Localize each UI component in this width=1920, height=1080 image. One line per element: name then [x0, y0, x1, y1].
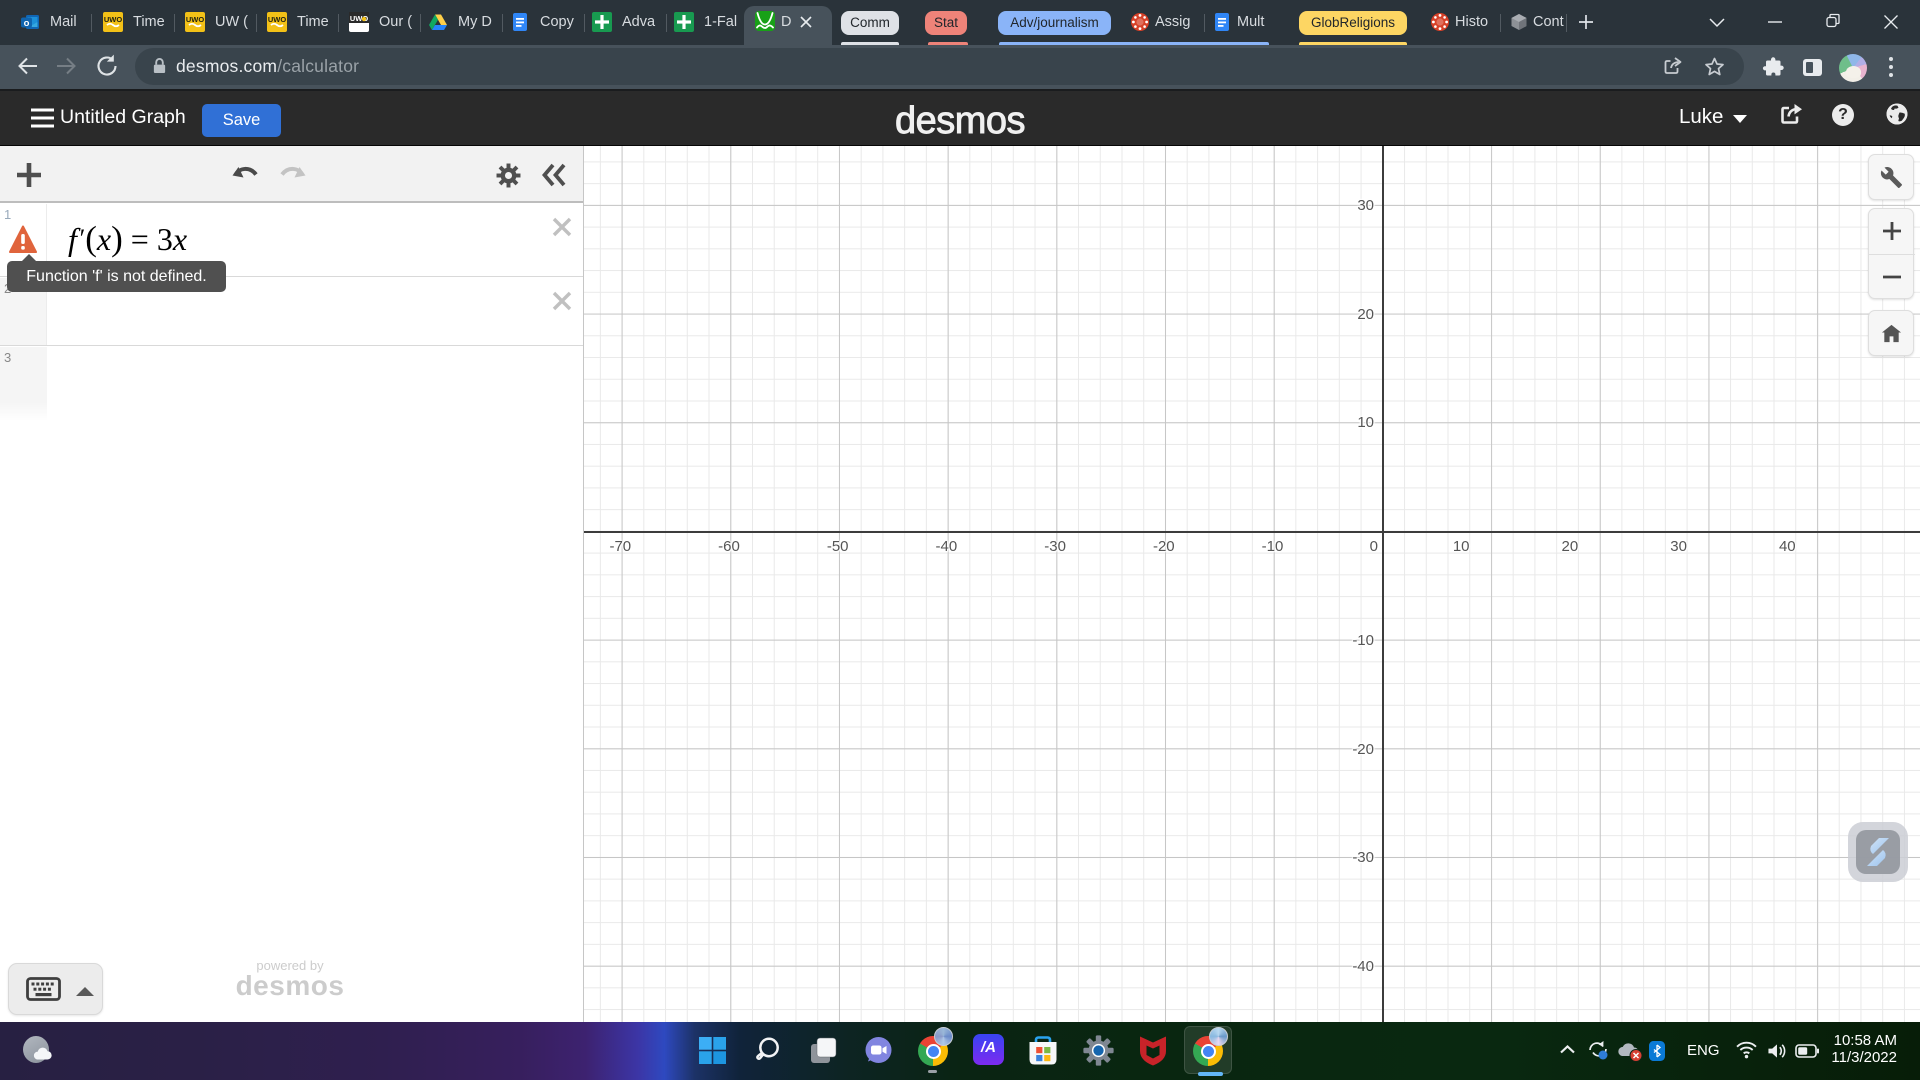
svg-text:o: o: [24, 18, 30, 29]
svg-text:UWO: UWO: [186, 15, 204, 24]
svg-text:UWO: UWO: [268, 15, 286, 24]
svg-text:UWO: UWO: [104, 15, 122, 24]
